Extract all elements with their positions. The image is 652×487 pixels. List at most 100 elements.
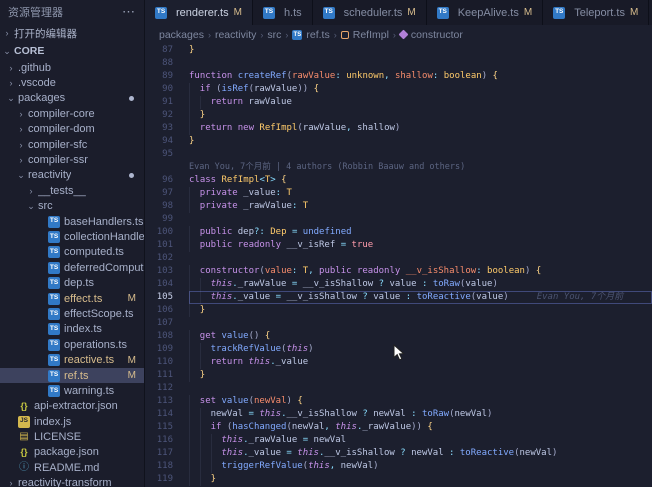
code-content[interactable] <box>189 57 652 70</box>
line-number[interactable]: 87 <box>145 44 173 57</box>
tab-h.ts[interactable]: TS h.ts <box>252 0 313 25</box>
tree-item-compiler-core[interactable]: › compiler-core <box>0 106 144 121</box>
tree-item-index.ts[interactable]: TS index.ts <box>0 322 144 337</box>
code-content[interactable] <box>189 317 652 330</box>
line-number[interactable]: 117 <box>145 447 173 460</box>
code-content[interactable]: } <box>189 109 652 122</box>
line-number[interactable]: 112 <box>145 382 173 395</box>
line-number[interactable]: 116 <box>145 434 173 447</box>
code-content[interactable]: this._rawValue = __v_isShallow ? value :… <box>189 278 652 291</box>
line-number[interactable]: 92 <box>145 109 173 122</box>
tree-item-LICENSE[interactable]: ▤ LICENSE <box>0 429 144 444</box>
code-content[interactable]: triggerRefValue(this, newVal) <box>189 460 652 473</box>
line-number[interactable]: 91 <box>145 96 173 109</box>
tab-scheduler.ts[interactable]: TS scheduler.ts M <box>312 0 427 25</box>
code-content[interactable]: } <box>189 473 652 486</box>
breadcrumb-item-constructor[interactable]: constructor <box>398 29 463 41</box>
line-number[interactable]: 107 <box>145 317 173 330</box>
line-number[interactable]: 103 <box>145 265 173 278</box>
tree-item-effect.ts[interactable]: TS effect.ts M <box>0 291 144 306</box>
code-content[interactable]: if (hasChanged(newVal, this._rawValue)) … <box>189 421 652 434</box>
code-content[interactable]: function createRef(rawValue: unknown, sh… <box>189 70 652 83</box>
tree-item-compiler-sfc[interactable]: › compiler-sfc <box>0 137 144 152</box>
code-content[interactable]: public dep?: Dep = undefined <box>189 226 652 239</box>
tree-item-.github[interactable]: › .github <box>0 60 144 75</box>
code-content[interactable] <box>189 382 652 395</box>
line-number[interactable]: 98 <box>145 200 173 213</box>
line-number[interactable]: 115 <box>145 421 173 434</box>
tree-item-operations.ts[interactable]: TS operations.ts <box>0 337 144 352</box>
code-content[interactable]: this._value = __v_isShallow ? value : to… <box>189 291 652 304</box>
tree-item-collectionHandlers.ts[interactable]: TS collectionHandlers.ts <box>0 229 144 244</box>
breadcrumb-item-src[interactable]: src <box>267 29 281 41</box>
codelens-blame[interactable]: Evan You, 7个月前 | 4 authors (Robbin Baauw… <box>189 161 652 174</box>
tree-item-compiler-dom[interactable]: › compiler-dom <box>0 122 144 137</box>
code-content[interactable]: newVal = this.__v_isShallow ? newVal : t… <box>189 408 652 421</box>
code-editor[interactable]: 87} 88 89 function createRef(rawValue: unkn… <box>145 44 652 487</box>
line-number[interactable]: 114 <box>145 408 173 421</box>
tree-item-src[interactable]: ⌄ src <box>0 199 144 214</box>
code-content[interactable] <box>189 213 652 226</box>
line-number[interactable]: 111 <box>145 369 173 382</box>
code-content[interactable]: } <box>189 44 652 57</box>
tree-item-deferredComputed.ts[interactable]: TS deferredComputed.ts <box>0 260 144 275</box>
tree-item-ref.ts[interactable]: TS ref.ts M <box>0 367 144 384</box>
line-number[interactable]: 106 <box>145 304 173 317</box>
code-content[interactable]: private _rawValue: T <box>189 200 652 213</box>
tree-item-reactivity-transform[interactable]: › reactivity-transform <box>0 476 144 487</box>
line-number[interactable]: 94 <box>145 135 173 148</box>
line-number[interactable]: 95 <box>145 148 173 161</box>
line-number[interactable]: 93 <box>145 122 173 135</box>
line-number[interactable]: 100 <box>145 226 173 239</box>
line-number[interactable]: 90 <box>145 83 173 96</box>
tab-Teleport.ts[interactable]: TS Teleport.ts M <box>543 0 650 25</box>
tree-item-computed.ts[interactable]: TS computed.ts <box>0 245 144 260</box>
tree-item-reactivity[interactable]: ⌄ reactivity <box>0 168 144 183</box>
code-content[interactable]: constructor(value: T, public readonly __… <box>189 265 652 278</box>
code-content[interactable]: class RefImpl<T> { <box>189 174 652 187</box>
tree-item-README.md[interactable]: ⓘ README.md <box>0 460 144 475</box>
code-content[interactable] <box>189 252 652 265</box>
tab-KeepAlive.ts[interactable]: TS KeepAlive.ts M <box>426 0 544 25</box>
tree-item-.vscode[interactable]: › .vscode <box>0 75 144 90</box>
tree-item-baseHandlers.ts[interactable]: TS baseHandlers.ts <box>0 214 144 229</box>
code-content[interactable]: this._rawValue = newVal <box>189 434 652 447</box>
code-content[interactable]: } <box>189 304 652 317</box>
tree-item-package.json[interactable]: {} package.json <box>0 445 144 460</box>
tree-item-reactive.ts[interactable]: TS reactive.ts M <box>0 352 144 367</box>
code-content[interactable]: trackRefValue(this) <box>189 343 652 356</box>
line-number[interactable]: 119 <box>145 473 173 486</box>
line-number[interactable]: 104 <box>145 278 173 291</box>
line-number[interactable]: 89 <box>145 70 173 83</box>
code-content[interactable]: public readonly __v_isRef = true <box>189 239 652 252</box>
breadcrumb-item-packages[interactable]: packages <box>159 29 204 41</box>
code-content[interactable]: private _value: T <box>189 187 652 200</box>
code-content[interactable]: } <box>189 369 652 382</box>
line-number[interactable]: 110 <box>145 356 173 369</box>
line-number[interactable]: 99 <box>145 213 173 226</box>
breadcrumb-item-reactivity[interactable]: reactivity <box>215 29 256 41</box>
tree-item-dep.ts[interactable]: TS dep.ts <box>0 275 144 290</box>
tree-item-index.js[interactable]: JS index.js <box>0 414 144 429</box>
tree-item-packages[interactable]: ⌄ packages <box>0 91 144 106</box>
line-number[interactable]: 96 <box>145 174 173 187</box>
line-number[interactable]: 109 <box>145 343 173 356</box>
workspace-section-core[interactable]: ⌄ CORE <box>0 42 144 60</box>
line-number[interactable]: 108 <box>145 330 173 343</box>
line-number[interactable]: 88 <box>145 57 173 70</box>
line-number[interactable]: 101 <box>145 239 173 252</box>
open-editors-section[interactable]: › 打开的编辑器 <box>0 24 144 42</box>
tree-item-__tests__[interactable]: › __tests__ <box>0 183 144 198</box>
tree-item-api-extractor.json[interactable]: {} api-extractor.json <box>0 399 144 414</box>
line-number[interactable]: 113 <box>145 395 173 408</box>
code-content[interactable]: this._value = this.__v_isShallow ? newVa… <box>189 447 652 460</box>
code-content[interactable]: return new RefImpl(rawValue, shallow) <box>189 122 652 135</box>
breadcrumb-item-ref.ts[interactable]: TS ref.ts <box>292 29 330 41</box>
code-content[interactable]: return this._value <box>189 356 652 369</box>
line-number[interactable]: 97 <box>145 187 173 200</box>
code-content[interactable] <box>189 148 652 161</box>
line-number[interactable]: 118 <box>145 460 173 473</box>
tab-renderer.ts[interactable]: TS renderer.ts M <box>145 0 253 25</box>
code-content[interactable]: return rawValue <box>189 96 652 109</box>
tree-item-warning.ts[interactable]: TS warning.ts <box>0 383 144 398</box>
